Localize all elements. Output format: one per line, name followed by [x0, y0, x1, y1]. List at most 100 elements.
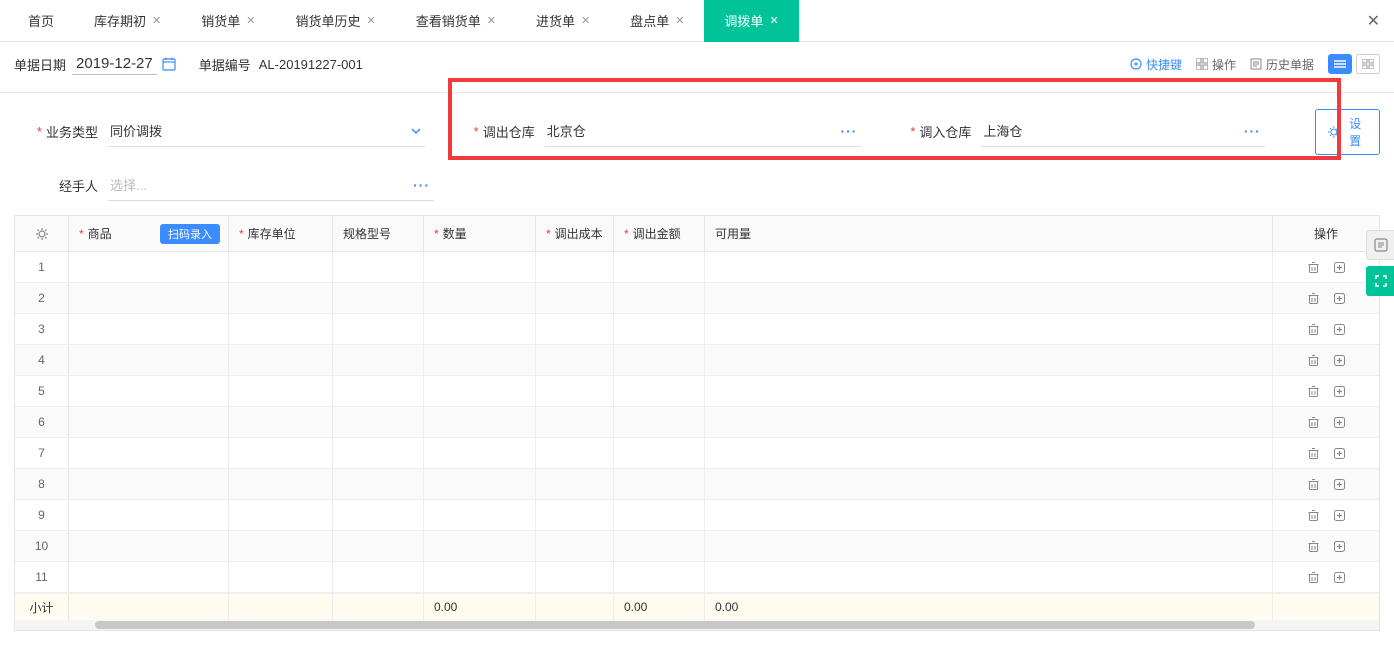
more-icon[interactable]: ··· [1242, 123, 1263, 139]
shortcut-button[interactable]: 快捷键 [1130, 56, 1182, 73]
gear-icon[interactable] [15, 216, 69, 251]
side-notes-button[interactable] [1366, 230, 1394, 260]
scan-entry-button[interactable]: 扫码录入 [160, 224, 220, 244]
col-cost: *调出成本 [536, 216, 614, 251]
add-row-icon[interactable] [1331, 538, 1347, 554]
col-available: 可用量 [705, 216, 1273, 251]
tab-sales-order[interactable]: 销货单✕ [181, 0, 275, 42]
row-index: 9 [15, 500, 69, 530]
add-row-icon[interactable] [1331, 414, 1347, 430]
table-row[interactable]: 6 [15, 407, 1379, 438]
delete-row-icon[interactable] [1305, 352, 1321, 368]
row-index: 6 [15, 407, 69, 437]
delete-row-icon[interactable] [1305, 569, 1321, 585]
tab-view-sales[interactable]: 查看销货单✕ [396, 0, 516, 42]
more-icon[interactable]: ··· [411, 177, 432, 193]
row-index: 2 [15, 283, 69, 313]
doc-no-label: 单据编号 [199, 55, 251, 74]
table-row[interactable]: 11 [15, 562, 1379, 593]
tab-sales-history[interactable]: 销货单历史✕ [275, 0, 395, 42]
close-icon[interactable]: ✕ [152, 14, 161, 27]
delete-row-icon[interactable] [1305, 321, 1321, 337]
biz-type-field: *业务类型 同价调拨 [14, 107, 425, 155]
row-index: 10 [15, 531, 69, 561]
table-row[interactable]: 2 [15, 283, 1379, 314]
row-index: 1 [15, 252, 69, 282]
chevron-down-icon [409, 124, 423, 138]
add-row-icon[interactable] [1331, 445, 1347, 461]
tab-purchase[interactable]: 进货单✕ [516, 0, 610, 42]
add-row-icon[interactable] [1331, 383, 1347, 399]
table-row[interactable]: 10 [15, 531, 1379, 562]
handler-field: 经手人 选择... ··· [14, 169, 434, 201]
close-icon[interactable]: ✕ [581, 14, 590, 27]
delete-row-icon[interactable] [1305, 445, 1321, 461]
table-row[interactable]: 1 [15, 252, 1379, 283]
in-warehouse-field: *调入仓库 上海仓 ··· [887, 107, 1264, 155]
col-product: *商品扫码录入 [69, 216, 229, 251]
horizontal-scrollbar[interactable] [15, 620, 1379, 630]
date-value[interactable]: 2019-12-27 [72, 53, 157, 75]
close-icon[interactable]: ✕ [367, 14, 376, 27]
footer-available: 0.00 [705, 594, 1273, 620]
delete-row-icon[interactable] [1305, 414, 1321, 430]
out-warehouse-field: *调出仓库 北京仓 ··· [451, 107, 862, 155]
col-qty: *数量 [424, 216, 536, 251]
date-label: 单据日期 [14, 55, 66, 74]
tab-bar: 首页 库存期初✕ 销货单✕ 销货单历史✕ 查看销货单✕ 进货单✕ 盘点单✕ 调拨… [0, 0, 1394, 42]
row-index: 4 [15, 345, 69, 375]
close-icon[interactable]: ✕ [246, 14, 255, 27]
add-row-icon[interactable] [1331, 352, 1347, 368]
add-row-icon[interactable] [1331, 321, 1347, 337]
close-icon[interactable]: ✕ [487, 14, 496, 27]
row-index: 11 [15, 562, 69, 592]
col-amount: *调出金额 [614, 216, 705, 251]
add-row-icon[interactable] [1331, 259, 1347, 275]
tab-stocktake[interactable]: 盘点单✕ [610, 0, 704, 42]
delete-row-icon[interactable] [1305, 383, 1321, 399]
table-row[interactable]: 3 [15, 314, 1379, 345]
view-toggle [1328, 54, 1380, 74]
handler-select[interactable]: 选择... ··· [108, 169, 434, 201]
table-row[interactable]: 9 [15, 500, 1379, 531]
delete-row-icon[interactable] [1305, 538, 1321, 554]
add-row-icon[interactable] [1331, 476, 1347, 492]
table-row[interactable]: 7 [15, 438, 1379, 469]
history-button[interactable]: 历史单据 [1250, 56, 1314, 73]
settings-button[interactable]: 设置 [1315, 109, 1380, 155]
calendar-icon[interactable] [161, 56, 177, 72]
in-warehouse-select[interactable]: 上海仓 ··· [981, 115, 1264, 147]
more-icon[interactable]: ··· [838, 123, 859, 139]
footer-qty: 0.00 [424, 594, 536, 620]
footer-label: 小计 [15, 594, 69, 620]
row-index: 5 [15, 376, 69, 406]
biz-type-select[interactable]: 同价调拨 [108, 115, 425, 147]
col-ops: 操作 [1273, 216, 1379, 251]
side-expand-button[interactable] [1366, 266, 1394, 296]
grid-view-button[interactable] [1356, 54, 1380, 74]
close-icon[interactable]: ✕ [769, 14, 778, 27]
row-index: 7 [15, 438, 69, 468]
table-row[interactable]: 8 [15, 469, 1379, 500]
table-row[interactable]: 5 [15, 376, 1379, 407]
delete-row-icon[interactable] [1305, 476, 1321, 492]
tab-home[interactable]: 首页 [8, 0, 74, 42]
delete-row-icon[interactable] [1305, 290, 1321, 306]
table-row[interactable]: 4 [15, 345, 1379, 376]
add-row-icon[interactable] [1331, 290, 1347, 306]
tab-inventory-init[interactable]: 库存期初✕ [74, 0, 181, 42]
row-index: 8 [15, 469, 69, 499]
delete-row-icon[interactable] [1305, 259, 1321, 275]
delete-row-icon[interactable] [1305, 507, 1321, 523]
add-row-icon[interactable] [1331, 569, 1347, 585]
list-view-button[interactable] [1328, 54, 1352, 74]
add-row-icon[interactable] [1331, 507, 1347, 523]
toolbar: 单据日期 2019-12-27 单据编号 AL-20191227-001 快捷键… [0, 42, 1394, 86]
close-all-icon[interactable]: ✕ [1363, 7, 1384, 35]
close-icon[interactable]: ✕ [675, 14, 684, 27]
doc-no-value: AL-20191227-001 [259, 57, 363, 72]
tab-transfer[interactable]: 调拨单✕ [704, 0, 798, 42]
operate-button[interactable]: 操作 [1196, 56, 1236, 73]
row-index: 3 [15, 314, 69, 344]
out-warehouse-select[interactable]: 北京仓 ··· [545, 115, 862, 147]
